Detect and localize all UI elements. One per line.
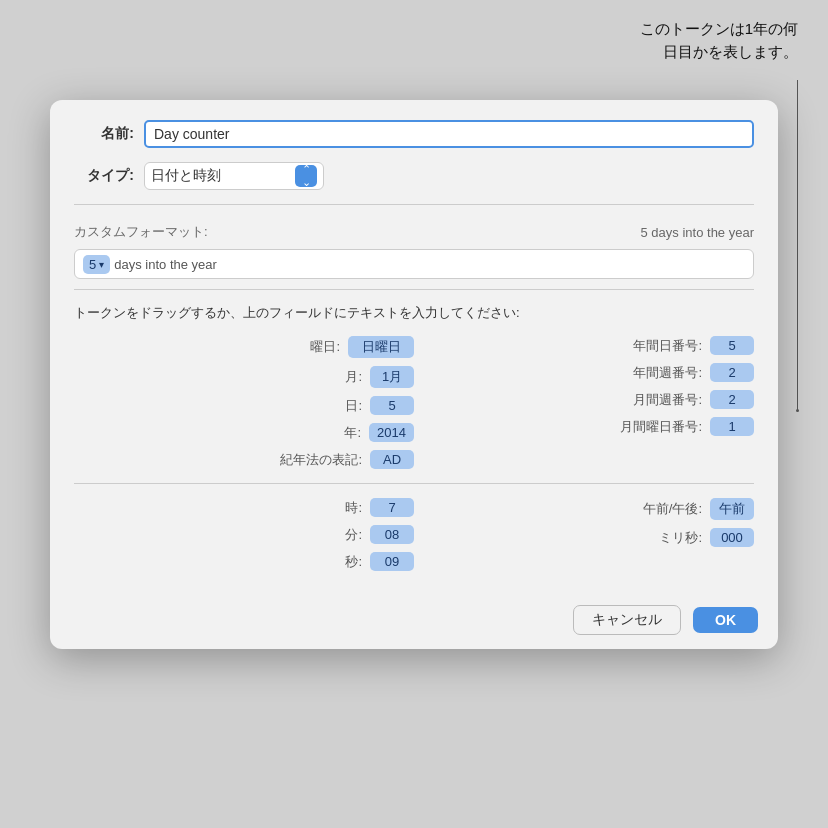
tooltip-line <box>797 80 798 410</box>
fields-grid: 曜日: 日曜日 月: 1月 日: 5 年: 2014 紀年法の表記: AD <box>74 336 754 469</box>
type-row: タイプ: 日付と時刻 ⌃⌄ <box>74 162 754 190</box>
year-row: 年: 2014 <box>74 423 414 442</box>
format-section: カスタムフォーマット: 5 days into the year 5 ▾ day… <box>74 215 754 289</box>
name-row: 名前: <box>74 120 754 148</box>
name-label: 名前: <box>74 125 134 143</box>
day-value[interactable]: 5 <box>370 396 414 415</box>
second-label: 秒: <box>345 553 362 571</box>
year-value[interactable]: 2014 <box>369 423 414 442</box>
millisecond-row: ミリ秒: 000 <box>414 528 754 547</box>
year-label: 年: <box>344 424 361 442</box>
weekday-of-month-label: 月間曜日番号: <box>620 418 702 436</box>
weekday-row: 曜日: 日曜日 <box>74 336 414 358</box>
day-of-year-row: 年間日番号: 5 <box>414 336 754 355</box>
minute-value[interactable]: 08 <box>370 525 414 544</box>
era-value[interactable]: AD <box>370 450 414 469</box>
day-of-year-label: 年間日番号: <box>633 337 702 355</box>
weekday-of-month-value[interactable]: 1 <box>710 417 754 436</box>
weekday-of-month-row: 月間曜日番号: 1 <box>414 417 754 436</box>
ampm-row: 午前/午後: 午前 <box>414 498 754 520</box>
cancel-button[interactable]: キャンセル <box>573 605 681 635</box>
name-input[interactable] <box>144 120 754 148</box>
weekday-label: 曜日: <box>310 338 340 356</box>
left-field-group: 曜日: 日曜日 月: 1月 日: 5 年: 2014 紀年法の表記: AD <box>74 336 414 469</box>
divider-2 <box>74 289 754 290</box>
second-row: 秒: 09 <box>74 552 414 571</box>
era-label: 紀年法の表記: <box>280 451 362 469</box>
dialog: 名前: タイプ: 日付と時刻 ⌃⌄ カスタムフォーマット: 5 days int… <box>50 100 778 649</box>
dialog-footer: キャンセル OK <box>50 591 778 649</box>
month-value[interactable]: 1月 <box>370 366 414 388</box>
day-of-year-value[interactable]: 5 <box>710 336 754 355</box>
ampm-label: 午前/午後: <box>643 500 702 518</box>
weekday-value[interactable]: 日曜日 <box>348 336 414 358</box>
week-of-month-label: 月間週番号: <box>633 391 702 409</box>
week-of-year-row: 年間週番号: 2 <box>414 363 754 382</box>
second-value[interactable]: 09 <box>370 552 414 571</box>
divider-1 <box>74 204 754 205</box>
time-grid: 時: 7 分: 08 秒: 09 午前/午後: 午前 <box>74 498 754 571</box>
millisecond-label: ミリ秒: <box>659 529 702 547</box>
token-arrow-icon: ▾ <box>99 259 104 270</box>
hour-row: 時: 7 <box>74 498 414 517</box>
format-preview: 5 days into the year <box>641 225 754 240</box>
right-field-group: 年間日番号: 5 年間週番号: 2 月間週番号: 2 月間曜日番号: 1 <box>414 336 754 469</box>
format-token-row: 5 ▾ days into the year <box>74 249 754 279</box>
ok-button[interactable]: OK <box>693 607 758 633</box>
millisecond-value[interactable]: 000 <box>710 528 754 547</box>
era-row: 紀年法の表記: AD <box>74 450 414 469</box>
drag-instruction: トークンをドラッグするか、上のフィールドにテキストを入力してください: <box>74 304 754 322</box>
format-header: カスタムフォーマット: 5 days into the year <box>74 223 754 241</box>
section-divider <box>74 483 754 484</box>
hour-label: 時: <box>345 499 362 517</box>
month-row: 月: 1月 <box>74 366 414 388</box>
type-select-text: 日付と時刻 <box>151 167 295 185</box>
ampm-value[interactable]: 午前 <box>710 498 754 520</box>
day-row: 日: 5 <box>74 396 414 415</box>
time-right-group: 午前/午後: 午前 ミリ秒: 000 <box>414 498 754 571</box>
minute-row: 分: 08 <box>74 525 414 544</box>
format-label: カスタムフォーマット: <box>74 223 208 241</box>
tooltip-text: このトークンは1年の何 日目かを表します。 <box>640 18 798 63</box>
minute-label: 分: <box>345 526 362 544</box>
day-label: 日: <box>345 397 362 415</box>
hour-value[interactable]: 7 <box>370 498 414 517</box>
month-label: 月: <box>345 368 362 386</box>
time-left-group: 時: 7 分: 08 秒: 09 <box>74 498 414 571</box>
tooltip-dot <box>796 409 799 412</box>
token-pill[interactable]: 5 ▾ <box>83 255 110 274</box>
week-of-year-label: 年間週番号: <box>633 364 702 382</box>
token-value: 5 <box>89 257 96 272</box>
week-of-month-value[interactable]: 2 <box>710 390 754 409</box>
token-suffix: days into the year <box>114 257 217 272</box>
week-of-year-value[interactable]: 2 <box>710 363 754 382</box>
type-label: タイプ: <box>74 167 134 185</box>
type-select[interactable]: 日付と時刻 ⌃⌄ <box>144 162 324 190</box>
type-select-arrow-icon: ⌃⌄ <box>295 165 317 187</box>
week-of-month-row: 月間週番号: 2 <box>414 390 754 409</box>
